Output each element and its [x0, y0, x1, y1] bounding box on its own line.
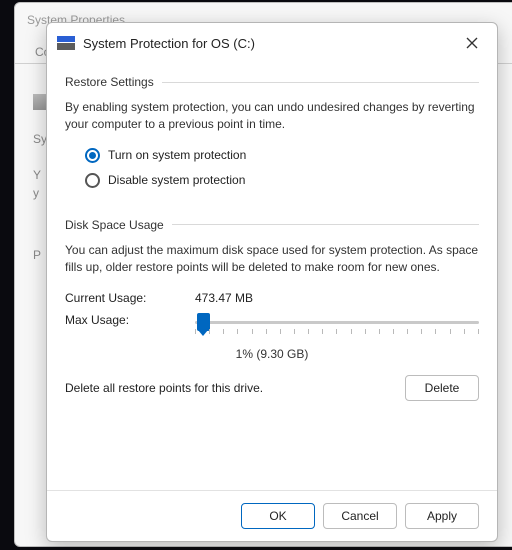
dialog-titlebar: System Protection for OS (C:) [47, 23, 497, 59]
disk-space-description: You can adjust the maximum disk space us… [65, 242, 479, 277]
delete-description: Delete all restore points for this drive… [65, 381, 263, 395]
dialog-title: System Protection for OS (C:) [83, 36, 457, 51]
radio-turn-on[interactable]: Turn on system protection [85, 148, 479, 163]
restore-settings-heading: Restore Settings [65, 75, 479, 89]
delete-button[interactable]: Delete [405, 375, 479, 401]
radio-turn-on-label: Turn on system protection [108, 148, 246, 162]
slider-track [195, 321, 479, 324]
drive-icon [57, 36, 75, 50]
restore-settings-label: Restore Settings [65, 75, 154, 89]
system-protection-dialog: System Protection for OS (C:) Restore Se… [46, 22, 498, 542]
ok-button[interactable]: OK [241, 503, 315, 529]
cancel-button[interactable]: Cancel [323, 503, 397, 529]
disk-space-label: Disk Space Usage [65, 218, 164, 232]
current-usage-row: Current Usage: 473.47 MB [65, 291, 479, 305]
slider-ticks [195, 329, 479, 334]
max-usage-label: Max Usage: [65, 313, 195, 327]
radio-icon [85, 148, 100, 163]
protection-radio-group: Turn on system protection Disable system… [85, 148, 479, 188]
restore-settings-description: By enabling system protection, you can u… [65, 99, 479, 134]
radio-icon [85, 173, 100, 188]
radio-disable[interactable]: Disable system protection [85, 173, 479, 188]
dialog-footer: OK Cancel Apply [47, 490, 497, 541]
disk-space-heading: Disk Space Usage [65, 218, 479, 232]
max-usage-row: Max Usage: [65, 313, 479, 339]
max-usage-value: 1% (9.30 GB) [65, 347, 479, 361]
current-usage-value: 473.47 MB [195, 291, 253, 305]
close-icon [466, 37, 478, 49]
current-usage-label: Current Usage: [65, 291, 195, 305]
radio-disable-label: Disable system protection [108, 173, 245, 187]
close-button[interactable] [457, 31, 487, 55]
apply-button[interactable]: Apply [405, 503, 479, 529]
max-usage-slider[interactable] [195, 313, 479, 339]
